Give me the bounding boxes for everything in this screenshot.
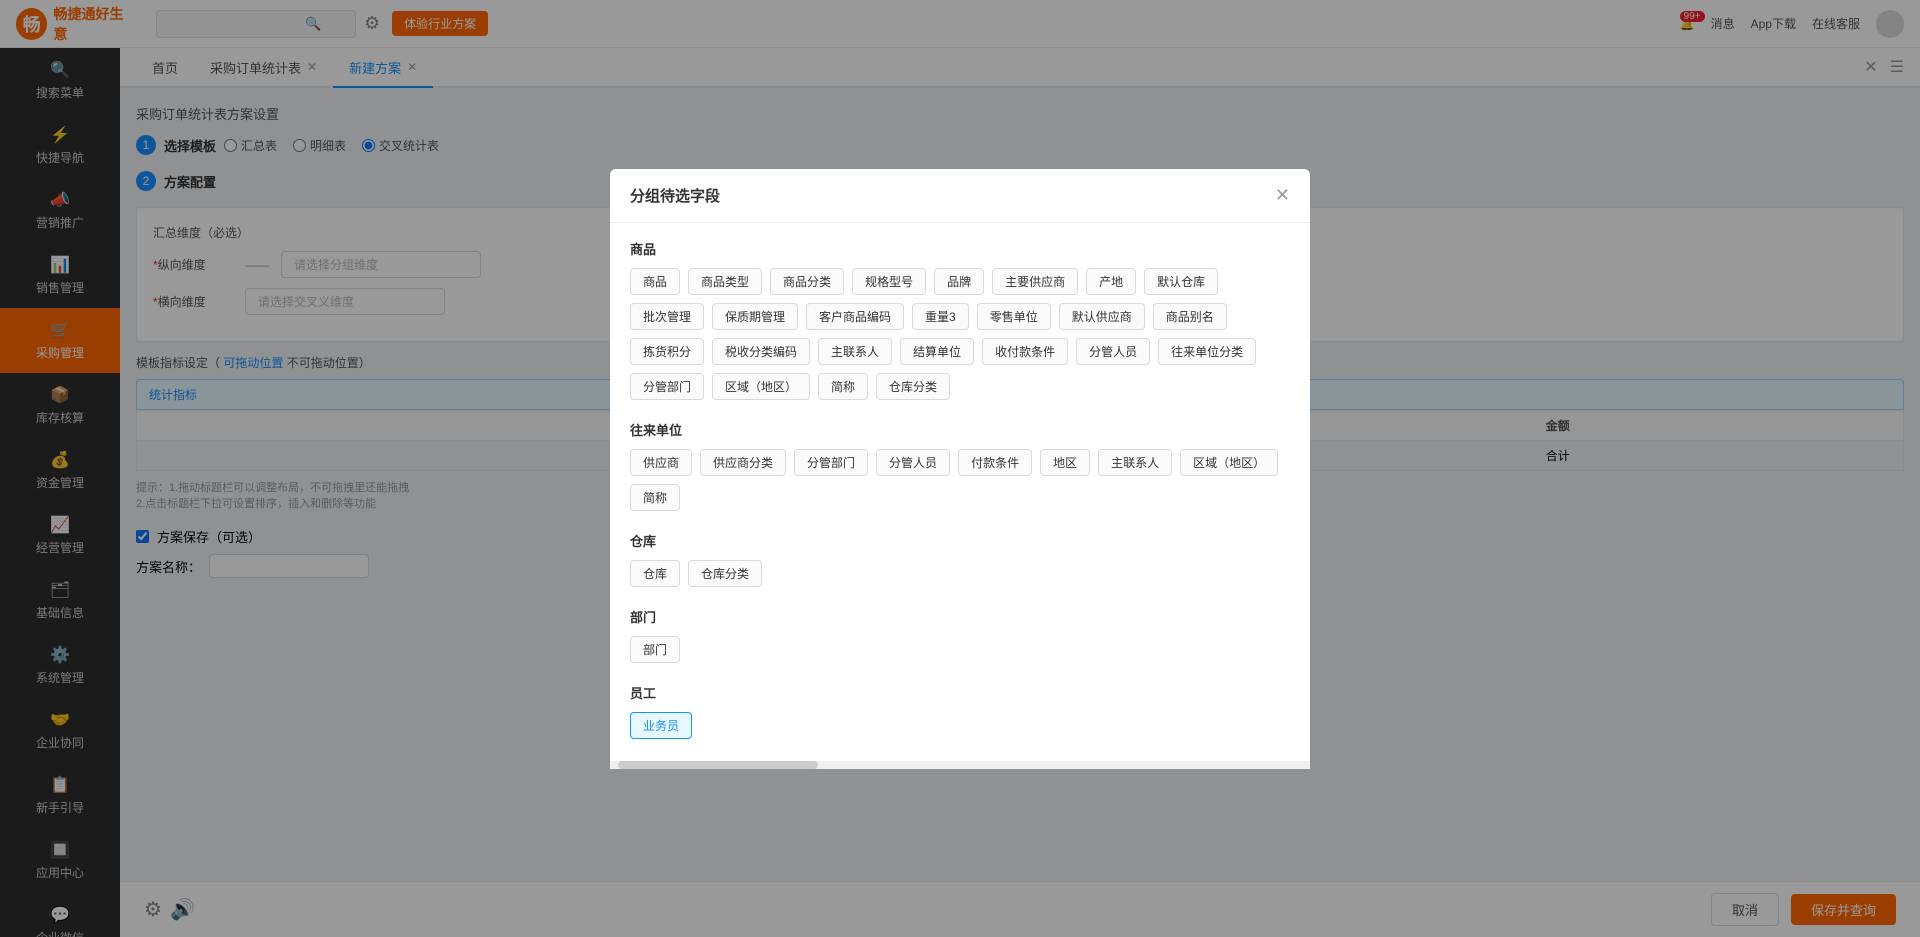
field-chip-main-supplier[interactable]: 主要供应商 [992, 268, 1078, 295]
modal-body: 商品商品商品类型商品分类规格型号品牌主要供应商产地默认仓库批次管理保质期管理客户… [610, 223, 1310, 761]
field-chip-product[interactable]: 商品 [630, 268, 680, 295]
field-chip-salesperson[interactable]: 业务员 [630, 712, 692, 739]
field-chip-product-alias[interactable]: 商品别名 [1153, 303, 1227, 330]
field-chip-customer-code[interactable]: 客户商品编码 [806, 303, 904, 330]
field-chip-payment-condition[interactable]: 付款条件 [958, 449, 1032, 476]
field-chip-dept-person[interactable]: 分管人员 [876, 449, 950, 476]
field-chip-short-name[interactable]: 简称 [818, 373, 868, 400]
field-chip-settlement-unit[interactable]: 结算单位 [900, 338, 974, 365]
field-chip-wh[interactable]: 仓库 [630, 560, 680, 587]
field-grid-employee: 业务员 [630, 712, 1290, 739]
field-chip-default-supplier[interactable]: 默认供应商 [1059, 303, 1145, 330]
field-chip-partner-region[interactable]: 区域（地区） [1180, 449, 1278, 476]
field-chip-retail-unit[interactable]: 零售单位 [977, 303, 1051, 330]
field-chip-origin[interactable]: 产地 [1086, 268, 1136, 295]
field-chip-supplier-category[interactable]: 供应商分类 [700, 449, 786, 476]
field-chip-spec-type[interactable]: 规格型号 [852, 268, 926, 295]
field-chip-brand[interactable]: 品牌 [934, 268, 984, 295]
field-chip-area[interactable]: 地区 [1040, 449, 1090, 476]
field-grid-partner: 供应商供应商分类分管部门分管人员付款条件地区主联系人区域（地区） 简称 [630, 449, 1290, 511]
modal-section-warehouse: 仓库仓库仓库分类 [630, 531, 1290, 587]
field-chip-collect-points[interactable]: 拣货积分 [630, 338, 704, 365]
field-chip-product-category[interactable]: 商品分类 [770, 268, 844, 295]
field-chip-supplier[interactable]: 供应商 [630, 449, 692, 476]
modal-section-title-employee: 员工 [630, 683, 1290, 702]
modal: 分组待选字段 ✕ 商品商品商品类型商品分类规格型号品牌主要供应商产地默认仓库批次… [610, 169, 1310, 769]
field-chip-dept-mgmt[interactable]: 分管部门 [630, 373, 704, 400]
modal-horizontal-scrollbar[interactable] [610, 761, 1310, 769]
field-chip-main-contact[interactable]: 主联系人 [818, 338, 892, 365]
field-chip-region[interactable]: 区域（地区） [712, 373, 810, 400]
hscroll-thumb [618, 761, 818, 769]
field-grid-department: 部门 [630, 636, 1290, 663]
field-chip-tax-code[interactable]: 税收分类编码 [712, 338, 810, 365]
modal-close-button[interactable]: ✕ [1275, 186, 1290, 204]
modal-section-product: 商品商品商品类型商品分类规格型号品牌主要供应商产地默认仓库批次管理保质期管理客户… [630, 239, 1290, 400]
field-chip-payment-terms[interactable]: 收付款条件 [982, 338, 1068, 365]
field-chip-partner-contact[interactable]: 主联系人 [1098, 449, 1172, 476]
modal-section-title-warehouse: 仓库 [630, 531, 1290, 550]
field-chip-department[interactable]: 部门 [630, 636, 680, 663]
modal-section-department: 部门部门 [630, 607, 1290, 663]
modal-section-employee: 员工业务员 [630, 683, 1290, 739]
field-grid-warehouse: 仓库仓库分类 [630, 560, 1290, 587]
modal-header: 分组待选字段 ✕ [610, 169, 1310, 223]
modal-section-title-department: 部门 [630, 607, 1290, 626]
field-chip-product-type[interactable]: 商品类型 [688, 268, 762, 295]
modal-title: 分组待选字段 [630, 185, 720, 206]
field-chip-warehouse-category[interactable]: 仓库分类 [876, 373, 950, 400]
modal-section-partner: 往来单位供应商供应商分类分管部门分管人员付款条件地区主联系人区域（地区） 简称 [630, 420, 1290, 511]
field-chip-batch-mgmt[interactable]: 批次管理 [630, 303, 704, 330]
field-chip-wh-category[interactable]: 仓库分类 [688, 560, 762, 587]
field-chip-dept[interactable]: 分管部门 [794, 449, 868, 476]
field-chip-weight3[interactable]: 重量3 [912, 303, 969, 330]
modal-section-title-partner: 往来单位 [630, 420, 1290, 439]
field-chip-from-unit-category[interactable]: 往来单位分类 [1158, 338, 1256, 365]
modal-section-title-product: 商品 [630, 239, 1290, 258]
field-grid-product: 商品商品类型商品分类规格型号品牌主要供应商产地默认仓库批次管理保质期管理客户商品… [630, 268, 1290, 400]
field-chip-manager[interactable]: 分管人员 [1076, 338, 1150, 365]
field-chip-partner-short[interactable]: 简称 [630, 484, 680, 511]
field-chip-expiry-mgmt[interactable]: 保质期管理 [712, 303, 798, 330]
modal-overlay: 分组待选字段 ✕ 商品商品商品类型商品分类规格型号品牌主要供应商产地默认仓库批次… [0, 0, 1920, 937]
field-chip-default-warehouse[interactable]: 默认仓库 [1144, 268, 1218, 295]
